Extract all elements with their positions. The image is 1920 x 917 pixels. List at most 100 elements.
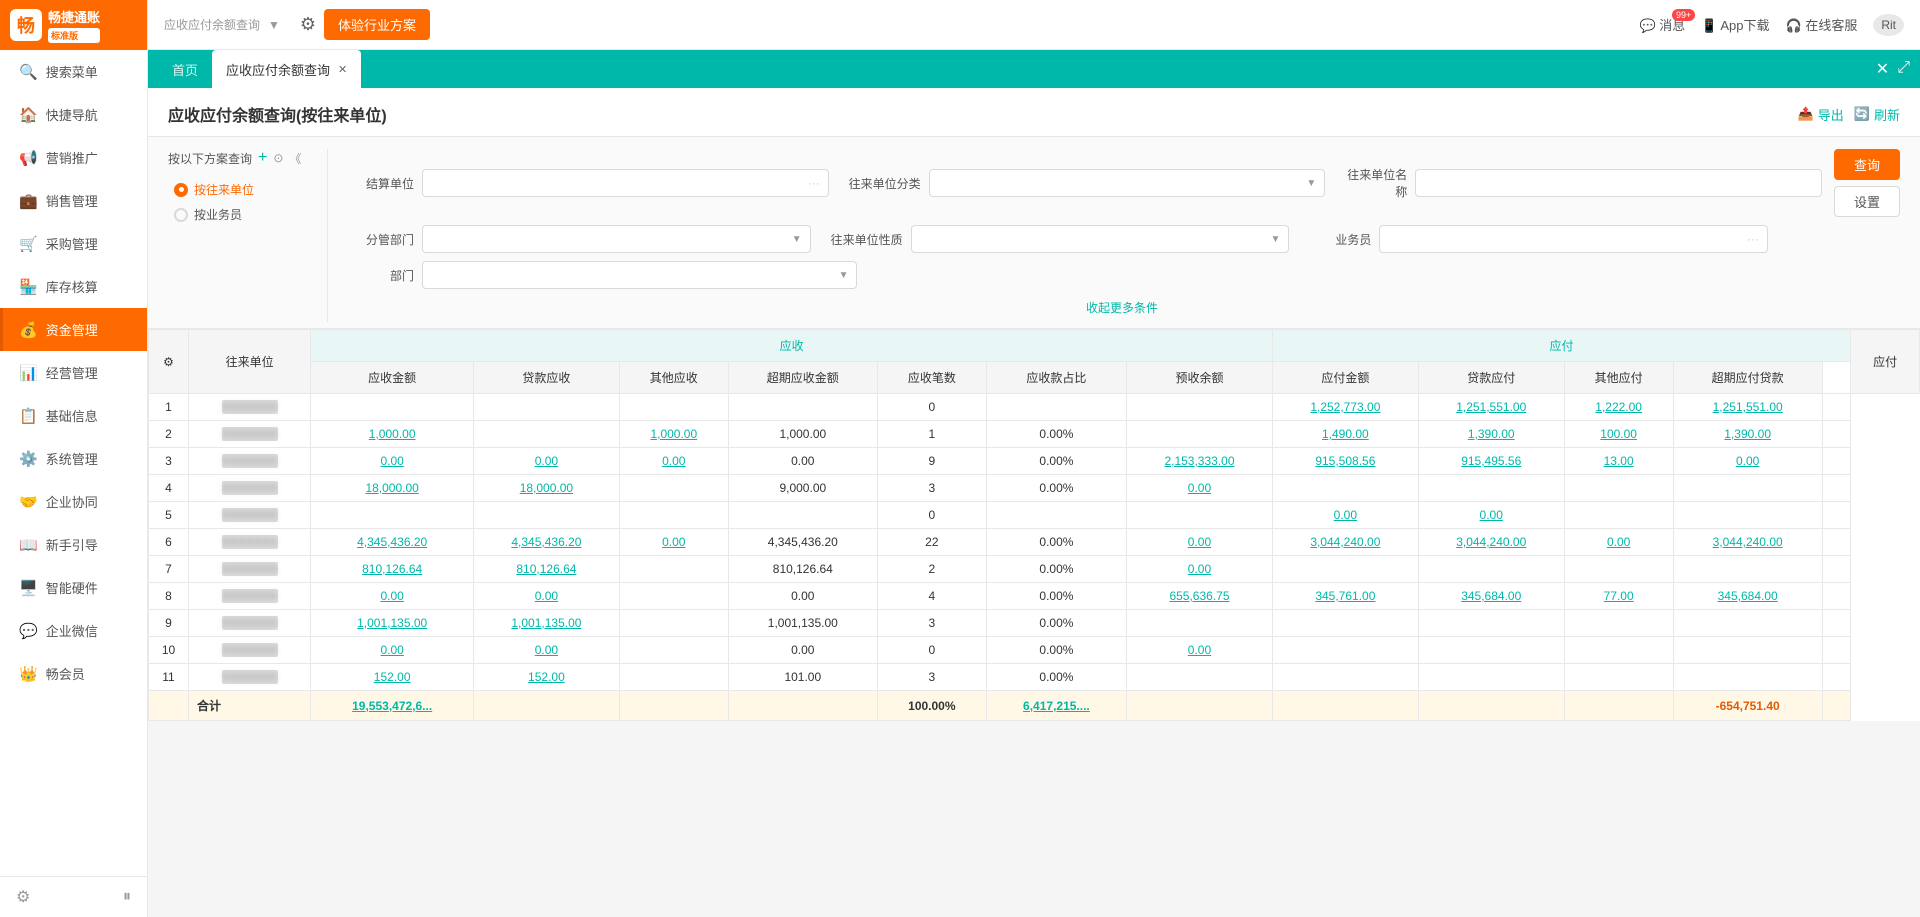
settings-btn[interactable]: 设置: [1834, 186, 1900, 217]
row-ar-amount-1[interactable]: 1,000.00: [311, 421, 474, 448]
sidebar-item-hardware[interactable]: 🖥️智能硬件: [0, 566, 147, 609]
row-ap-amount-0[interactable]: 1,252,773.00: [1272, 394, 1418, 421]
filter-input-nature[interactable]: ▼: [911, 225, 1290, 253]
row-ar-amount-8[interactable]: 1,001,135.00: [311, 610, 474, 637]
th-ap-group: 应付: [1272, 330, 1850, 362]
row-ar-loan-5[interactable]: 4,345,436.20: [473, 529, 619, 556]
row-ap-overdue-7[interactable]: 345,684.00: [1673, 583, 1822, 610]
sidebar-collapse-icon[interactable]: ⏸: [123, 888, 131, 906]
footer-ar-prepay[interactable]: 6,417,215....: [986, 691, 1126, 721]
row-ar-prepay-6[interactable]: 0.00: [1127, 556, 1273, 583]
online-service[interactable]: 🎧 在线客服: [1786, 15, 1858, 34]
row-ar-loan-7[interactable]: 0.00: [473, 583, 619, 610]
close-tab-icon[interactable]: ✕: [338, 63, 347, 76]
sidebar-item-finance[interactable]: 💰资金管理: [0, 308, 147, 351]
row-ar-amount-3[interactable]: 18,000.00: [311, 475, 474, 502]
row-ap-amount-4[interactable]: 0.00: [1272, 502, 1418, 529]
filter-label-salesman: 业务员: [1301, 231, 1371, 248]
row-ap-loan-1[interactable]: 1,390.00: [1418, 421, 1564, 448]
row-ar-other-2[interactable]: 0.00: [619, 448, 728, 475]
sidebar-item-operations[interactable]: 📊经营管理: [0, 351, 147, 394]
filter-collapse-icon[interactable]: 《: [289, 150, 301, 167]
collapse-more-btn[interactable]: 收起更多条件: [344, 293, 1900, 322]
row-ap-other-0[interactable]: 1,222.00: [1564, 394, 1673, 421]
row-ar-other-1[interactable]: 1,000.00: [619, 421, 728, 448]
tab-home[interactable]: 首页: [158, 50, 212, 88]
filter-input-partner-name[interactable]: [1415, 169, 1822, 197]
row-ap-overdue-1[interactable]: 1,390.00: [1673, 421, 1822, 448]
filter-input-department[interactable]: ▼: [422, 261, 857, 289]
filter-input-settlement[interactable]: ···: [422, 169, 829, 197]
row-ap-loan-0[interactable]: 1,251,551.00: [1418, 394, 1564, 421]
row-ar-amount-7[interactable]: 0.00: [311, 583, 474, 610]
sidebar-item-collab[interactable]: 🤝企业协同: [0, 480, 147, 523]
row-ap-loan-2[interactable]: 915,495.56: [1418, 448, 1564, 475]
notification-area[interactable]: 💬 消息 99+: [1639, 15, 1685, 34]
settings-icon[interactable]: ⚙: [300, 14, 316, 35]
user-avatar[interactable]: Rit: [1873, 14, 1904, 36]
row-ap-other-7[interactable]: 77.00: [1564, 583, 1673, 610]
row-ap-overdue-5[interactable]: 3,044,240.00: [1673, 529, 1822, 556]
row-ar-prepay-5[interactable]: 0.00: [1127, 529, 1273, 556]
sidebar-item-sales[interactable]: 💼销售管理: [0, 179, 147, 222]
sidebar-item-marketing[interactable]: 📢营销推广: [0, 136, 147, 179]
close-window-icon[interactable]: ✕: [1876, 59, 1889, 79]
footer-ar-amount[interactable]: 19,553,472,6...: [311, 691, 474, 721]
row-ar-other-5[interactable]: 0.00: [619, 529, 728, 556]
sidebar-item-member[interactable]: 👑畅会员: [0, 652, 147, 695]
row-ap-amount-5[interactable]: 3,044,240.00: [1272, 529, 1418, 556]
scheme-by-partner[interactable]: 按往来单位: [168, 177, 317, 202]
sidebar-item-basic[interactable]: 📋基础信息: [0, 394, 147, 437]
row-ar-amount-5[interactable]: 4,345,436.20: [311, 529, 474, 556]
row-ar-prepay-2[interactable]: 2,153,333.00: [1127, 448, 1273, 475]
row-ar-loan-8[interactable]: 1,001,135.00: [473, 610, 619, 637]
row-ar-amount-2[interactable]: 0.00: [311, 448, 474, 475]
scheme-radio-active: [174, 183, 188, 197]
row-ap-amount-1[interactable]: 1,490.00: [1272, 421, 1418, 448]
row-ar-loan-2[interactable]: 0.00: [473, 448, 619, 475]
sidebar-item-wechat[interactable]: 💬企业微信: [0, 609, 147, 652]
sidebar-item-guide[interactable]: 📖新手引导: [0, 523, 147, 566]
sidebar-item-quicknav[interactable]: 🏠快捷导航: [0, 93, 147, 136]
row-ar-prepay-9[interactable]: 0.00: [1127, 637, 1273, 664]
app-download[interactable]: 📱 App下载: [1701, 15, 1769, 34]
row-ar-loan-10[interactable]: 152.00: [473, 664, 619, 691]
row-ap-other-2[interactable]: 13.00: [1564, 448, 1673, 475]
row-ar-prepay-3[interactable]: 0.00: [1127, 475, 1273, 502]
solution-btn[interactable]: 体验行业方案: [324, 9, 430, 40]
row-ap-loan-5[interactable]: 3,044,240.00: [1418, 529, 1564, 556]
row-ap-other-1[interactable]: 100.00: [1564, 421, 1673, 448]
sidebar-item-purchase[interactable]: 🛒采购管理: [0, 222, 147, 265]
export-btn[interactable]: 📤 导出: [1798, 105, 1844, 124]
row-ar-prepay-0: [1127, 394, 1273, 421]
query-btn[interactable]: 查询: [1834, 149, 1900, 180]
filter-settings-icon[interactable]: ⊙: [273, 151, 283, 165]
filter-input-category[interactable]: ▼: [929, 169, 1326, 197]
row-ap-loan-4[interactable]: 0.00: [1418, 502, 1564, 529]
row-ap-loan-7[interactable]: 345,684.00: [1418, 583, 1564, 610]
filter-input-salesman[interactable]: ···: [1379, 225, 1768, 253]
row-ap-overdue-2[interactable]: 0.00: [1673, 448, 1822, 475]
row-ar-loan-3[interactable]: 18,000.00: [473, 475, 619, 502]
sidebar-settings-icon[interactable]: ⚙: [16, 887, 30, 907]
row-ar-prepay-7[interactable]: 655,636.75: [1127, 583, 1273, 610]
row-ar-amount-9[interactable]: 0.00: [311, 637, 474, 664]
row-ar-loan-9[interactable]: 0.00: [473, 637, 619, 664]
row-ap-overdue-0[interactable]: 1,251,551.00: [1673, 394, 1822, 421]
sidebar-item-inventory[interactable]: 🏪库存核算: [0, 265, 147, 308]
th-ap-amount: 应付金额: [1272, 362, 1418, 394]
row-ar-loan-6[interactable]: 810,126.64: [473, 556, 619, 583]
row-ar-amount-6[interactable]: 810,126.64: [311, 556, 474, 583]
sidebar-item-system[interactable]: ⚙️系统管理: [0, 437, 147, 480]
row-ap-amount-2[interactable]: 915,508.56: [1272, 448, 1418, 475]
filter-add-btn[interactable]: +: [258, 149, 267, 167]
row-ap-other-5[interactable]: 0.00: [1564, 529, 1673, 556]
filter-input-dept[interactable]: ▼: [422, 225, 811, 253]
row-ap-amount-7[interactable]: 345,761.00: [1272, 583, 1418, 610]
sidebar-item-search[interactable]: 🔍搜索菜单: [0, 50, 147, 93]
refresh-btn[interactable]: 🔄 刷新: [1854, 105, 1900, 124]
tab-arquery[interactable]: 应收应付余额查询 ✕: [212, 50, 361, 88]
scheme-by-salesman[interactable]: 按业务员: [168, 202, 317, 227]
row-ar-amount-10[interactable]: 152.00: [311, 664, 474, 691]
maximize-icon[interactable]: ⤢: [1897, 59, 1910, 79]
